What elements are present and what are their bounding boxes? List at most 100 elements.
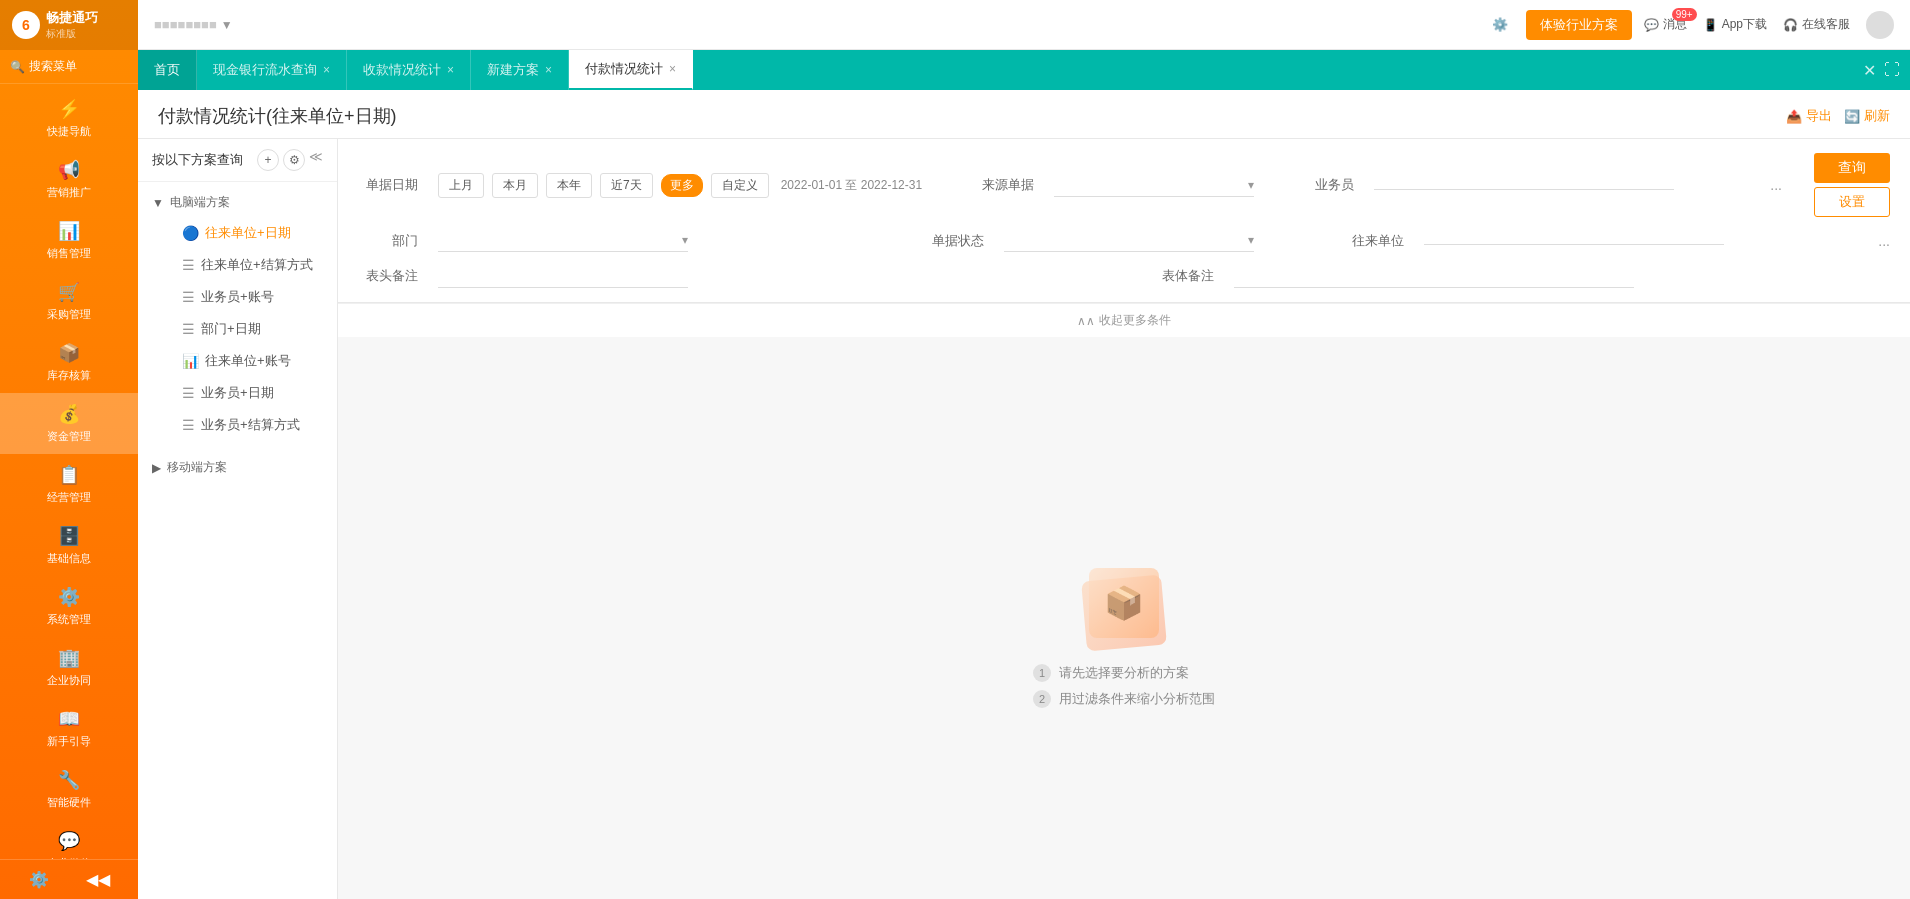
sidebar-item-label: 系统管理	[47, 612, 91, 627]
sidebar-item-enterprise[interactable]: 🏢 企业协同	[0, 637, 138, 698]
app-logo-text: 畅捷通巧	[46, 9, 98, 27]
basic-info-icon: 🗄️	[58, 525, 80, 547]
source-select[interactable]: ▾	[1054, 174, 1254, 197]
settings-icon[interactable]: ⚙️	[29, 870, 49, 889]
export-button[interactable]: 📤 导出	[1786, 107, 1832, 125]
sidebar-item-label: 采购管理	[47, 307, 91, 322]
user-avatar[interactable]	[1866, 11, 1894, 39]
desktop-scheme-group-header[interactable]: ▼ 电脑端方案	[138, 188, 337, 217]
refresh-label: 刷新	[1864, 107, 1890, 125]
sidebar: 6 畅捷通巧 标准版 🔍 搜索菜单 ⚡ 快捷导航 📢 营销推广 📊 销售管理	[0, 0, 138, 899]
collapse-up-icon: ∧∧	[1077, 314, 1095, 328]
tab-maximize-icon[interactable]: ⛶	[1884, 61, 1900, 79]
breadcrumb-text: ■■■■■■■■	[154, 17, 217, 32]
messages-button[interactable]: 💬 消息 99+	[1644, 16, 1687, 33]
tip-num-2: 2	[1033, 690, 1051, 708]
scheme-item-salesman-settle[interactable]: ☰ 业务员+结算方式	[158, 409, 337, 441]
sidebar-item-quick-nav[interactable]: ⚡ 快捷导航	[0, 88, 138, 149]
collapse-scheme-panel[interactable]: ≪	[309, 149, 323, 171]
sidebar-item-label: 经营管理	[47, 490, 91, 505]
filter-rows: 单据日期 上月 本月 本年 近7天 更多 自定义 2022-01-01 至 20…	[338, 139, 1910, 303]
sidebar-item-label: 基础信息	[47, 551, 91, 566]
tab-bank-flow-label: 现金银行流水查询	[213, 61, 317, 79]
sidebar-item-label: 营销推广	[47, 185, 91, 200]
mobile-scheme-group-header[interactable]: ▶ 移动端方案	[138, 453, 337, 482]
partner-dots[interactable]: ...	[1878, 233, 1890, 249]
collapse-sidebar-icon[interactable]: ◀◀	[86, 870, 110, 889]
refresh-button[interactable]: 🔄 刷新	[1844, 107, 1890, 125]
scheme-item-partner-account[interactable]: 📊 往来单位+账号	[158, 345, 337, 377]
scheme-item-partner-settle[interactable]: ☰ 往来单位+结算方式	[158, 249, 337, 281]
app-download-label: App下载	[1722, 16, 1767, 33]
tab-payment-stats-close[interactable]: ×	[447, 63, 454, 77]
mobile-scheme-group: ▶ 移动端方案	[138, 447, 337, 488]
message-icon: 💬	[1644, 18, 1659, 32]
guide-icon: 📖	[58, 708, 80, 730]
scheme-item-icon: ☰	[182, 385, 195, 401]
scheme-item-label: 业务员+日期	[201, 384, 274, 402]
add-scheme-button[interactable]: +	[257, 149, 279, 171]
sidebar-item-label: 新手引导	[47, 734, 91, 749]
tab-home[interactable]: 首页	[138, 50, 197, 90]
scheme-settings-button[interactable]: ⚙	[283, 149, 305, 171]
date-btn-this-month[interactable]: 本月	[492, 173, 538, 198]
salesman-field-group: 业务员 ... 查询 设置	[1294, 153, 1890, 217]
tab-payment-stats[interactable]: 收款情况统计 ×	[347, 50, 471, 90]
tab-close-window-icon[interactable]: ✕	[1863, 61, 1876, 80]
date-btn-7days[interactable]: 近7天	[600, 173, 653, 198]
sidebar-item-marketing[interactable]: 📢 营销推广	[0, 149, 138, 210]
date-btn-this-year[interactable]: 本年	[546, 173, 592, 198]
sidebar-item-finance[interactable]: 💰 资金管理	[0, 393, 138, 454]
breadcrumb-dropdown[interactable]: ▼	[221, 18, 233, 32]
dept-select[interactable]: ▾	[438, 229, 688, 252]
trial-button[interactable]: 体验行业方案	[1526, 10, 1632, 40]
header: ■■■■■■■■ ▼ ⚙️ 体验行业方案 💬 消息 99+ 📱 App下载 🎧	[138, 0, 1910, 50]
marketing-icon: 📢	[58, 159, 80, 181]
quick-nav-icon: ⚡	[58, 98, 80, 120]
app-logo-icon: 6	[12, 11, 40, 39]
tab-payment-stat2-close[interactable]: ×	[669, 62, 676, 76]
tab-payment-stat2[interactable]: 付款情况统计 ×	[569, 50, 693, 90]
sidebar-item-basic-info[interactable]: 🗄️ 基础信息	[0, 515, 138, 576]
settings-button[interactable]: 设置	[1814, 187, 1890, 217]
salesman-select[interactable]	[1374, 181, 1674, 190]
date-options: 上月 本月 本年 近7天 更多 自定义 2022-01-01 至 2022-12…	[438, 173, 922, 198]
salesman-dots[interactable]: ...	[1770, 177, 1782, 193]
sidebar-item-sales[interactable]: 📊 销售管理	[0, 210, 138, 271]
filter-row-3: 表头备注 表体备注	[358, 264, 1890, 288]
online-service-button[interactable]: 🎧 在线客服	[1783, 16, 1850, 33]
voucher-status-label: 单据状态	[924, 232, 984, 250]
sidebar-item-inventory[interactable]: 📦 库存核算	[0, 332, 138, 393]
query-button[interactable]: 查询	[1814, 153, 1890, 183]
sidebar-item-operations[interactable]: 📋 经营管理	[0, 454, 138, 515]
tab-bank-flow[interactable]: 现金银行流水查询 ×	[197, 50, 347, 90]
table-body-note-input[interactable]	[1234, 264, 1634, 288]
online-service-label: 在线客服	[1802, 16, 1850, 33]
voucher-status-select[interactable]: ▾	[1004, 229, 1254, 252]
tab-new-plan-close[interactable]: ×	[545, 63, 552, 77]
sidebar-item-purchase[interactable]: 🛒 采购管理	[0, 271, 138, 332]
partner-select[interactable]	[1424, 236, 1724, 245]
export-icon: 📤	[1786, 109, 1802, 124]
scheme-item-salesman-date[interactable]: ☰ 业务员+日期	[158, 377, 337, 409]
tab-bar: 首页 现金银行流水查询 × 收款情况统计 × 新建方案 × 付款情况统计 × ✕…	[138, 50, 1910, 90]
header-gear-button[interactable]: ⚙️	[1486, 11, 1514, 39]
sidebar-item-hardware[interactable]: 🔧 智能硬件	[0, 759, 138, 820]
scheme-item-partner-date[interactable]: 🔵 往来单位+日期	[158, 217, 337, 249]
sidebar-item-guide[interactable]: 📖 新手引导	[0, 698, 138, 759]
sidebar-item-wechat[interactable]: 💬 企业微信	[0, 820, 138, 859]
collapse-button[interactable]: ∧∧ 收起更多条件	[1077, 312, 1171, 329]
app-download-button[interactable]: 📱 App下载	[1703, 16, 1767, 33]
collapse-mobile-icon: ▶	[152, 461, 161, 475]
tip-num-1: 1	[1033, 664, 1051, 682]
sidebar-item-system[interactable]: ⚙️ 系统管理	[0, 576, 138, 637]
date-btn-custom[interactable]: 自定义	[711, 173, 769, 198]
tab-bank-flow-close[interactable]: ×	[323, 63, 330, 77]
date-btn-last-month[interactable]: 上月	[438, 173, 484, 198]
table-header-note-input[interactable]	[438, 264, 688, 288]
date-btn-more[interactable]: 更多	[661, 174, 703, 197]
tab-new-plan[interactable]: 新建方案 ×	[471, 50, 569, 90]
sidebar-search[interactable]: 🔍 搜索菜单	[0, 50, 138, 84]
scheme-item-salesman-account[interactable]: ☰ 业务员+账号	[158, 281, 337, 313]
scheme-item-dept-date[interactable]: ☰ 部门+日期	[158, 313, 337, 345]
